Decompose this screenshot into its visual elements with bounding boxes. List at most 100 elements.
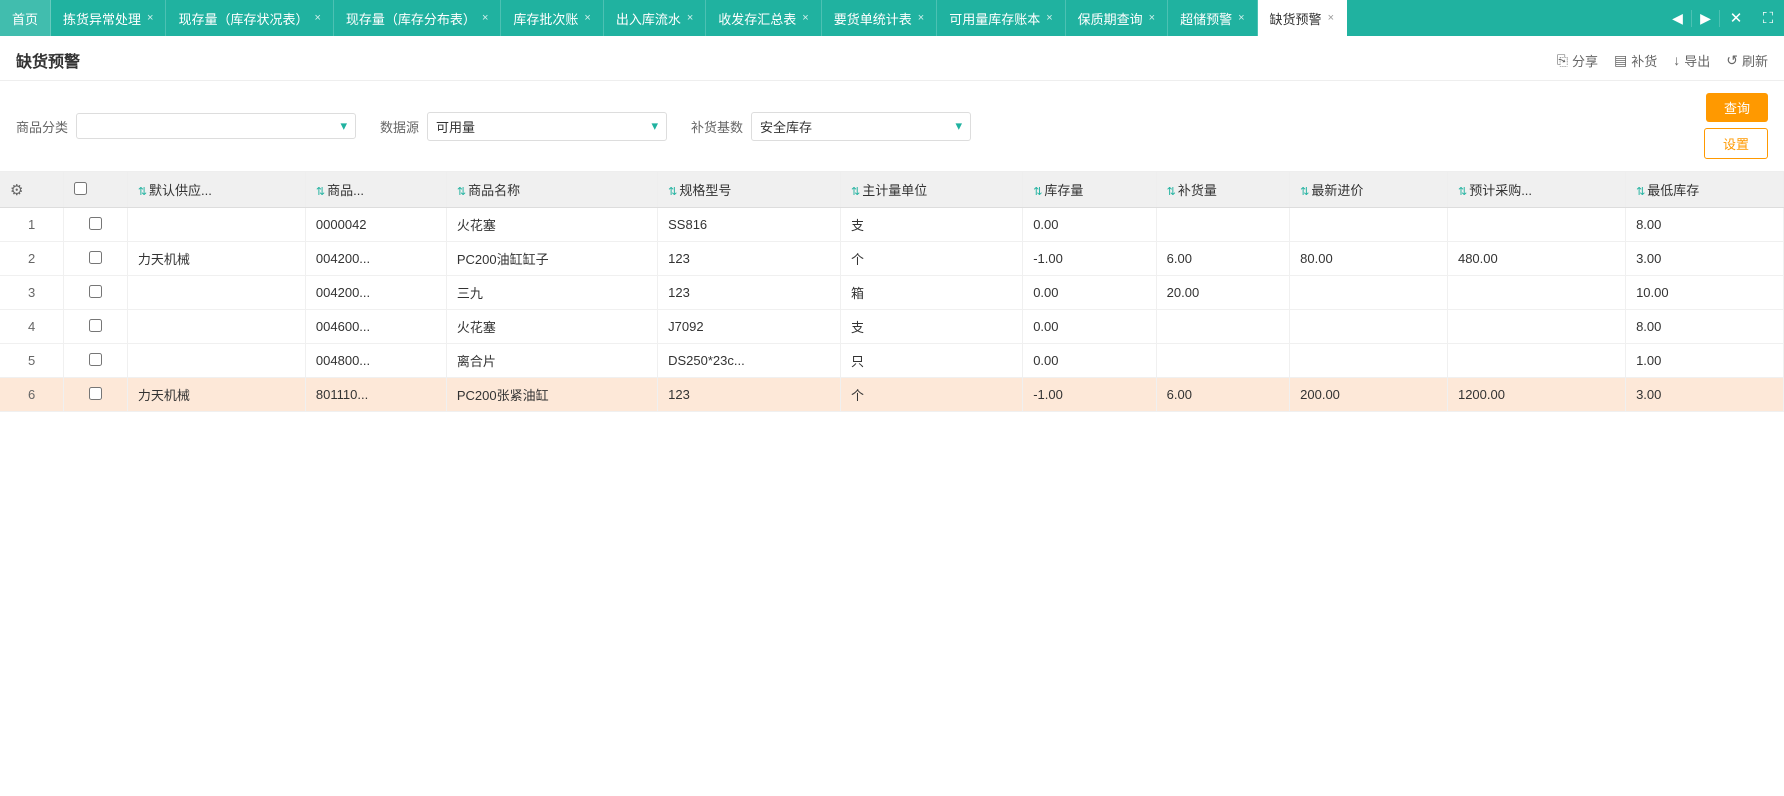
- checkbox-input-4[interactable]: [89, 353, 102, 366]
- tab-bar: 首页拣货异常处理×现存量（库存状况表）×现存量（库存分布表）×库存批次账×出入库…: [0, 0, 1784, 36]
- col-header-unit[interactable]: ⇅主计量单位: [841, 172, 1023, 208]
- tab-close-recv-summary[interactable]: ×: [802, 12, 808, 24]
- tab-overstock[interactable]: 超储预警×: [1168, 0, 1257, 36]
- settings-button[interactable]: 设置: [1704, 128, 1768, 159]
- table-row[interactable]: 4004600...火花塞J7092支0.008.00: [0, 310, 1784, 344]
- tab-next-button[interactable]: ▶: [1692, 10, 1720, 27]
- cell-restock_qty-0: [1156, 208, 1289, 242]
- restock-basis-filter-group: 补货基数 安全库存 ▾: [691, 112, 971, 141]
- row-checkbox-3[interactable]: [64, 310, 128, 344]
- select-all-checkbox[interactable]: [74, 182, 87, 195]
- col-header-product_code[interactable]: ⇅商品...: [305, 172, 446, 208]
- restock-action[interactable]: ▤ 补货: [1614, 51, 1657, 70]
- tab-demand-stats[interactable]: 要货单统计表×: [822, 0, 937, 36]
- checkbox-input-5[interactable]: [89, 387, 102, 400]
- col-header-min_stock[interactable]: ⇅最低库存: [1626, 172, 1784, 208]
- col-header-restock_qty[interactable]: ⇅补货量: [1156, 172, 1289, 208]
- col-header-spec[interactable]: ⇅规格型号: [658, 172, 841, 208]
- cell-latest_price-1: 80.00: [1290, 242, 1448, 276]
- table-row[interactable]: 3004200...三九123箱0.0020.0010.00: [0, 276, 1784, 310]
- header-actions: ⎘ 分享 ▤ 补货 ↓ 导出 ↺ 刷新: [1557, 51, 1768, 70]
- cell-product_name-5: PC200张紧油缸: [446, 378, 657, 412]
- sort-icon-latest_price: ⇅: [1300, 186, 1309, 198]
- cell-stock-1: -1.00: [1023, 242, 1156, 276]
- export-icon: ↓: [1673, 52, 1680, 68]
- cell-latest_price-2: [1290, 276, 1448, 310]
- row-checkbox-0[interactable]: [64, 208, 128, 242]
- cell-spec-4: DS250*23c...: [658, 344, 841, 378]
- category-filter-group: 商品分类 ▾: [16, 113, 356, 139]
- cell-spec-0: SS816: [658, 208, 841, 242]
- tab-close-all-button[interactable]: ✕: [1720, 9, 1752, 27]
- restock-label: 补货: [1631, 51, 1657, 70]
- share-label: 分享: [1572, 51, 1598, 70]
- tab-close-shortage[interactable]: ×: [1328, 12, 1334, 24]
- datasource-filter-group: 数据源 可用量 ▾: [380, 112, 667, 141]
- sort-icon-product_name: ⇅: [457, 186, 466, 198]
- tab-recv-summary[interactable]: 收发存汇总表×: [706, 0, 821, 36]
- tab-close-inventory-dist[interactable]: ×: [482, 12, 488, 24]
- cell-min_stock-3: 8.00: [1626, 310, 1784, 344]
- restock-basis-select[interactable]: 安全库存 ▾: [751, 112, 971, 141]
- export-action[interactable]: ↓ 导出: [1673, 51, 1710, 70]
- page-header: 缺货预警 ⎘ 分享 ▤ 补货 ↓ 导出 ↺ 刷新: [0, 36, 1784, 81]
- refresh-label: 刷新: [1742, 51, 1768, 70]
- restock-basis-label: 补货基数: [691, 117, 743, 136]
- cell-latest_price-0: [1290, 208, 1448, 242]
- refresh-icon: ↺: [1726, 52, 1738, 69]
- tab-close-expiry-query[interactable]: ×: [1149, 12, 1155, 24]
- tab-fullscreen-button[interactable]: ⛶: [1752, 10, 1784, 27]
- tab-close-demand-stats[interactable]: ×: [918, 12, 924, 24]
- col-header-est_purchase[interactable]: ⇅预计采购...: [1447, 172, 1625, 208]
- datasource-chevron-icon: ▾: [652, 118, 659, 134]
- checkbox-input-2[interactable]: [89, 285, 102, 298]
- tab-close-exception[interactable]: ×: [147, 12, 153, 24]
- category-select[interactable]: ▾: [76, 113, 356, 139]
- row-checkbox-4[interactable]: [64, 344, 128, 378]
- tab-inout-flow[interactable]: 出入库流水×: [604, 0, 706, 36]
- query-button[interactable]: 查询: [1706, 93, 1768, 122]
- table-row[interactable]: 10000042火花塞SS816支0.008.00: [0, 208, 1784, 242]
- tab-shortage[interactable]: 缺货预警×: [1258, 0, 1347, 36]
- row-num-3: 4: [0, 310, 64, 344]
- tab-available-ledger[interactable]: 可用量库存账本×: [937, 0, 1065, 36]
- tab-inventory-dist[interactable]: 现存量（库存分布表）×: [334, 0, 501, 36]
- cell-default_supplier-5: 力天机械: [127, 378, 305, 412]
- tab-close-overstock[interactable]: ×: [1238, 12, 1244, 24]
- table-row[interactable]: 6力天机械801110...PC200张紧油缸123个-1.006.00200.…: [0, 378, 1784, 412]
- checkbox-input-3[interactable]: [89, 319, 102, 332]
- row-num-5: 6: [0, 378, 64, 412]
- cell-spec-2: 123: [658, 276, 841, 310]
- datasource-select-value: 可用量: [436, 117, 475, 136]
- col-header-product_name[interactable]: ⇅商品名称: [446, 172, 657, 208]
- datasource-select[interactable]: 可用量 ▾: [427, 112, 667, 141]
- cell-est_purchase-4: [1447, 344, 1625, 378]
- tab-close-batch-account[interactable]: ×: [584, 12, 590, 24]
- row-checkbox-2[interactable]: [64, 276, 128, 310]
- checkbox-input-1[interactable]: [89, 251, 102, 264]
- tab-prev-button[interactable]: ◀: [1664, 10, 1692, 27]
- filter-bar: 商品分类 ▾ 数据源 可用量 ▾ 补货基数 安全库存 ▾ 查询 设置: [0, 81, 1784, 172]
- checkbox-input-0[interactable]: [89, 217, 102, 230]
- cell-product_code-3: 004600...: [305, 310, 446, 344]
- table-row[interactable]: 5004800...离合片DS250*23c...只0.001.00: [0, 344, 1784, 378]
- tab-close-inventory-status[interactable]: ×: [314, 12, 320, 24]
- cell-product_code-5: 801110...: [305, 378, 446, 412]
- row-checkbox-1[interactable]: [64, 242, 128, 276]
- cell-unit-5: 个: [841, 378, 1023, 412]
- table-row[interactable]: 2力天机械004200...PC200油缸缸子123个-1.006.0080.0…: [0, 242, 1784, 276]
- gear-column-icon[interactable]: ⚙: [10, 182, 23, 199]
- tab-inventory-status[interactable]: 现存量（库存状况表）×: [166, 0, 333, 36]
- share-action[interactable]: ⎘ 分享: [1557, 51, 1598, 70]
- tab-expiry-query[interactable]: 保质期查询×: [1066, 0, 1168, 36]
- tab-batch-account[interactable]: 库存批次账×: [501, 0, 603, 36]
- refresh-action[interactable]: ↺ 刷新: [1726, 51, 1768, 70]
- tab-exception[interactable]: 拣货异常处理×: [51, 0, 166, 36]
- tab-close-available-ledger[interactable]: ×: [1046, 12, 1052, 24]
- col-header-latest_price[interactable]: ⇅最新进价: [1290, 172, 1448, 208]
- col-header-default_supplier[interactable]: ⇅默认供应...: [127, 172, 305, 208]
- tab-close-inout-flow[interactable]: ×: [687, 12, 693, 24]
- col-header-stock[interactable]: ⇅库存量: [1023, 172, 1156, 208]
- tab-home[interactable]: 首页: [0, 0, 51, 36]
- row-checkbox-5[interactable]: [64, 378, 128, 412]
